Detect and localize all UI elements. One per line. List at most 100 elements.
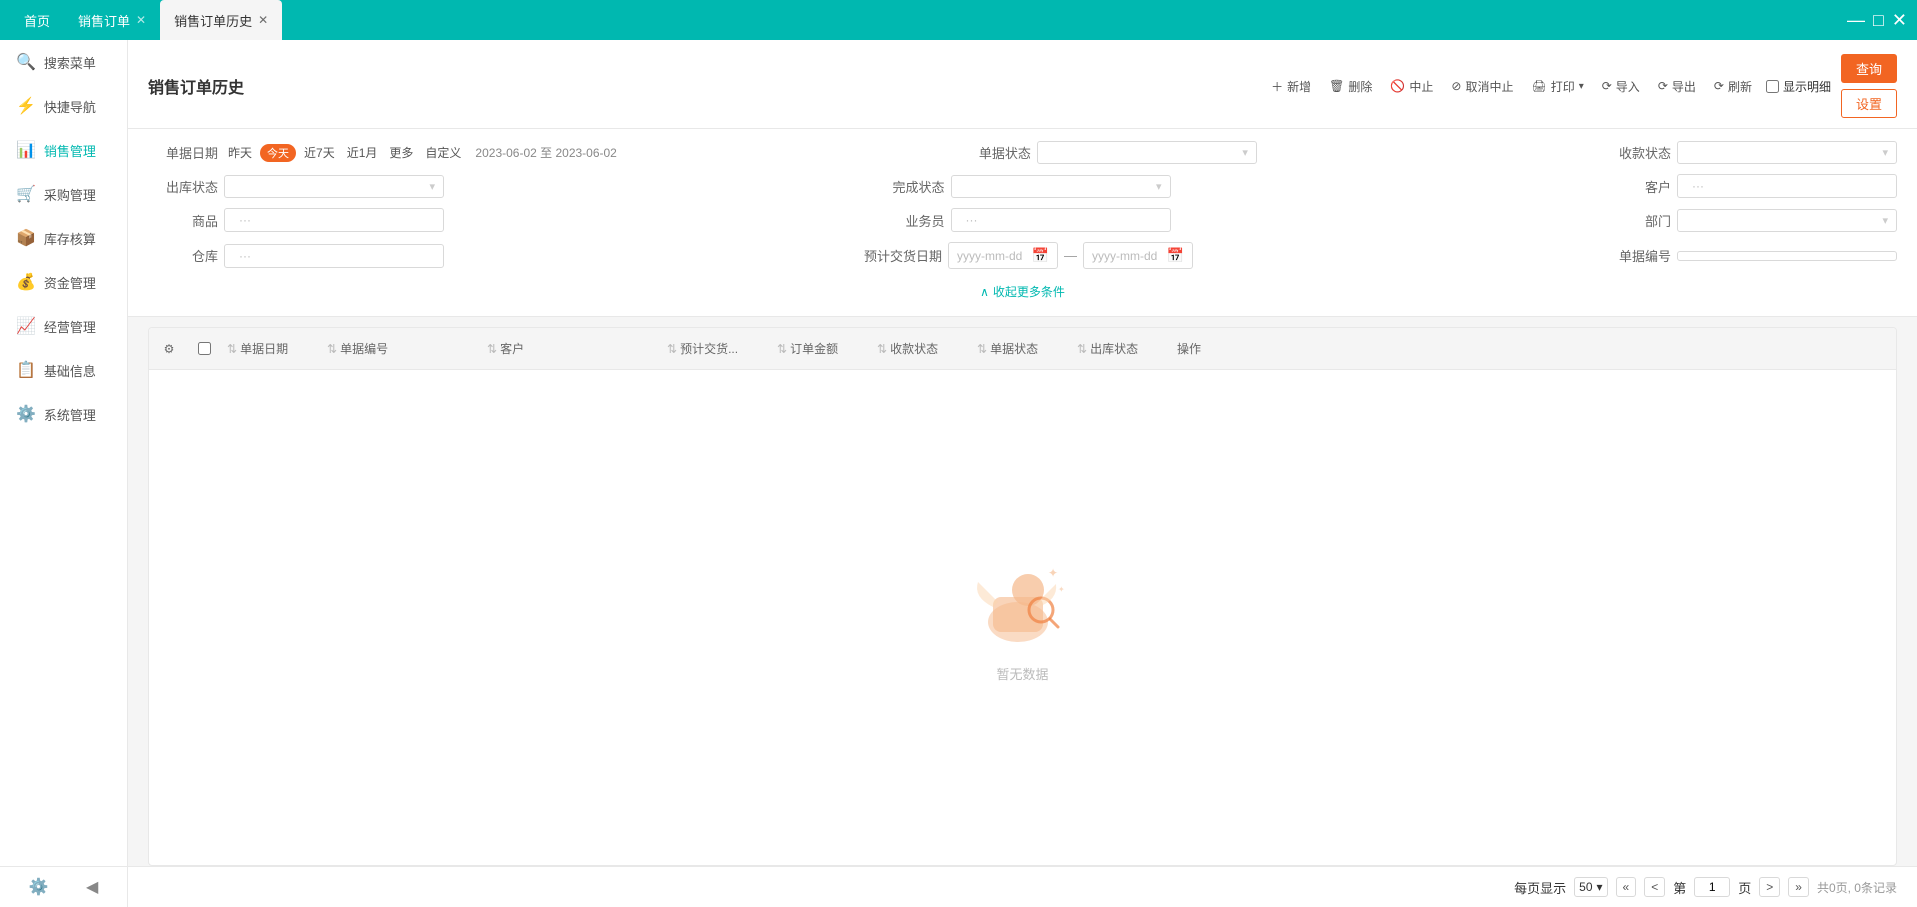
customer-ellipsis[interactable]: ··· — [1692, 179, 1704, 193]
window-minimize-btn[interactable]: — — [1847, 10, 1865, 31]
sort-icon-outstatus: ⇅ — [1077, 342, 1087, 356]
date-btn-custom[interactable]: 自定义 — [421, 143, 465, 162]
customer-input[interactable]: ··· — [1677, 174, 1897, 198]
last-page-btn[interactable]: » — [1788, 877, 1809, 897]
window-controls: — □ ✕ — [1847, 10, 1907, 31]
window-maximize-btn[interactable]: □ — [1873, 10, 1884, 31]
empty-text: 暂无数据 — [996, 664, 1048, 683]
sidebar-item-sales[interactable]: 📊 销售管理 — [0, 128, 127, 172]
date-dash: — — [1064, 248, 1077, 263]
sidebar-item-inventory[interactable]: 📦 库存核算 — [0, 216, 127, 260]
th-delivery[interactable]: ⇅ 预计交货... — [659, 336, 769, 361]
close-tab-sales-order-history[interactable]: ✕ — [258, 13, 268, 27]
th-status[interactable]: ⇅ 单据状态 — [969, 336, 1069, 361]
base-icon: 📋 — [16, 360, 36, 380]
first-page-btn[interactable]: « — [1616, 877, 1637, 897]
delivery-date-start[interactable]: yyyy-mm-dd 📅 — [948, 242, 1058, 269]
bill-no-input[interactable] — [1677, 251, 1897, 261]
sidebar-collapse-icon[interactable]: ◀ — [86, 877, 98, 897]
warehouse-ellipsis[interactable]: ··· — [239, 249, 251, 263]
empty-illustration: ✦ ✦ — [963, 552, 1083, 652]
svg-text:✦: ✦ — [1048, 566, 1058, 580]
th-customer[interactable]: ⇅ 客户 — [479, 336, 659, 361]
sidebar-item-operations[interactable]: 📈 经营管理 — [0, 304, 127, 348]
refresh-btn[interactable]: ⟳ 刷新 — [1710, 75, 1756, 98]
salesman-ellipsis[interactable]: ··· — [966, 213, 978, 227]
calendar-end-icon[interactable]: 📅 — [1167, 247, 1184, 264]
print-btn[interactable]: 🖨 打印 ▾ — [1527, 75, 1587, 98]
sidebar-item-search-menu[interactable]: 🔍 搜索菜单 — [0, 40, 127, 84]
date-btn-more[interactable]: 更多 — [385, 143, 417, 162]
th-date-label: 单据日期 — [240, 340, 288, 357]
prev-page-btn[interactable]: < — [1644, 877, 1665, 897]
sidebar-item-purchase-label: 采购管理 — [44, 185, 96, 204]
receipt-status-select[interactable]: ▾ — [1677, 141, 1897, 164]
sidebar-item-system[interactable]: ⚙️ 系统管理 — [0, 392, 127, 436]
bill-status-select[interactable]: ▾ — [1037, 141, 1257, 164]
sidebar-bottom: ⚙️ ◀ — [0, 866, 127, 907]
export-btn[interactable]: ⟳ 导出 — [1654, 75, 1700, 98]
salesman-input[interactable]: ··· — [951, 208, 1171, 232]
sort-icon-customer: ⇅ — [487, 342, 497, 356]
import-icon: ⟳ — [1602, 79, 1612, 93]
gear-settings-icon[interactable]: ⚙ — [164, 342, 175, 356]
sidebar: 🔍 搜索菜单 ⚡ 快捷导航 📊 销售管理 🛒 采购管理 📦 库存核算 💰 资金管… — [0, 40, 128, 907]
sidebar-item-search-menu-label: 搜索菜单 — [44, 53, 96, 72]
page-size-select[interactable]: 50 ▾ — [1574, 877, 1607, 897]
out-status-select[interactable]: ▾ — [224, 175, 444, 198]
date-btn-today[interactable]: 今天 — [260, 144, 296, 162]
th-gear[interactable]: ⚙ — [149, 338, 189, 360]
select-all-checkbox[interactable] — [198, 342, 211, 355]
th-receipt[interactable]: ⇅ 收款状态 — [869, 336, 969, 361]
sidebar-item-operations-label: 经营管理 — [44, 317, 96, 336]
current-page-input[interactable] — [1694, 877, 1730, 897]
delete-btn[interactable]: 🗑 删除 — [1325, 75, 1376, 98]
sidebar-item-finance-label: 资金管理 — [44, 273, 96, 292]
total-text: 共0页, 0条记录 — [1817, 879, 1897, 896]
th-amount[interactable]: ⇅ 订单金额 — [769, 336, 869, 361]
cancel-stop-label: 取消中止 — [1465, 78, 1513, 95]
sidebar-item-quick-nav[interactable]: ⚡ 快捷导航 — [0, 84, 127, 128]
tab-sales-order-history[interactable]: 销售订单历史 ✕ — [160, 0, 282, 40]
th-status-label: 单据状态 — [990, 340, 1038, 357]
new-icon: ＋ — [1271, 78, 1283, 95]
th-no[interactable]: ⇅ 单据编号 — [319, 336, 479, 361]
new-btn[interactable]: ＋ 新增 — [1267, 75, 1315, 98]
delivery-date-end[interactable]: yyyy-mm-dd 📅 — [1083, 242, 1193, 269]
show-detail-checkbox[interactable] — [1766, 80, 1779, 93]
complete-status-arrow: ▾ — [1156, 180, 1162, 193]
th-customer-label: 客户 — [500, 340, 524, 357]
complete-status-select[interactable]: ▾ — [951, 175, 1171, 198]
query-btn[interactable]: 查询 — [1841, 54, 1897, 83]
delete-label: 删除 — [1348, 78, 1372, 95]
warehouse-input[interactable]: ··· — [224, 244, 444, 268]
tab-sales-order[interactable]: 销售订单 ✕ — [64, 0, 160, 40]
calendar-start-icon[interactable]: 📅 — [1032, 247, 1049, 264]
cancel-stop-btn[interactable]: ⊘ 取消中止 — [1447, 75, 1517, 98]
window-close-btn[interactable]: ✕ — [1892, 10, 1907, 31]
tab-home[interactable]: 首页 — [10, 0, 64, 40]
import-btn[interactable]: ⟳ 导入 — [1598, 75, 1644, 98]
sidebar-item-purchase[interactable]: 🛒 采购管理 — [0, 172, 127, 216]
setting-btn[interactable]: 设置 — [1841, 89, 1897, 118]
date-range: 2023-06-02 至 2023-06-02 — [475, 144, 616, 161]
date-btn-yesterday[interactable]: 昨天 — [224, 143, 256, 162]
date-btn-last7[interactable]: 近7天 — [300, 143, 339, 162]
goods-input[interactable]: ··· — [224, 208, 444, 232]
th-checkbox[interactable] — [189, 338, 219, 359]
sidebar-item-base[interactable]: 📋 基础信息 — [0, 348, 127, 392]
close-tab-sales-order[interactable]: ✕ — [136, 13, 146, 27]
page-title: 销售订单历史 — [148, 74, 244, 98]
collapse-btn[interactable]: ∧ 收起更多条件 — [148, 279, 1897, 304]
stop-btn[interactable]: 🚫 中止 — [1386, 75, 1437, 98]
sidebar-item-finance[interactable]: 💰 资金管理 — [0, 260, 127, 304]
th-outstatus[interactable]: ⇅ 出库状态 — [1069, 336, 1169, 361]
goods-ellipsis[interactable]: ··· — [239, 213, 251, 227]
sidebar-settings-icon[interactable]: ⚙️ — [29, 877, 49, 897]
next-page-btn[interactable]: > — [1759, 877, 1780, 897]
th-date[interactable]: ⇅ 单据日期 — [219, 336, 319, 361]
date-btn-last1m[interactable]: 近1月 — [343, 143, 382, 162]
customer-filter-label: 客户 — [1601, 177, 1671, 196]
show-detail-checkbox-label[interactable]: 显示明细 — [1766, 78, 1831, 95]
dept-select[interactable]: ▾ — [1677, 209, 1897, 232]
